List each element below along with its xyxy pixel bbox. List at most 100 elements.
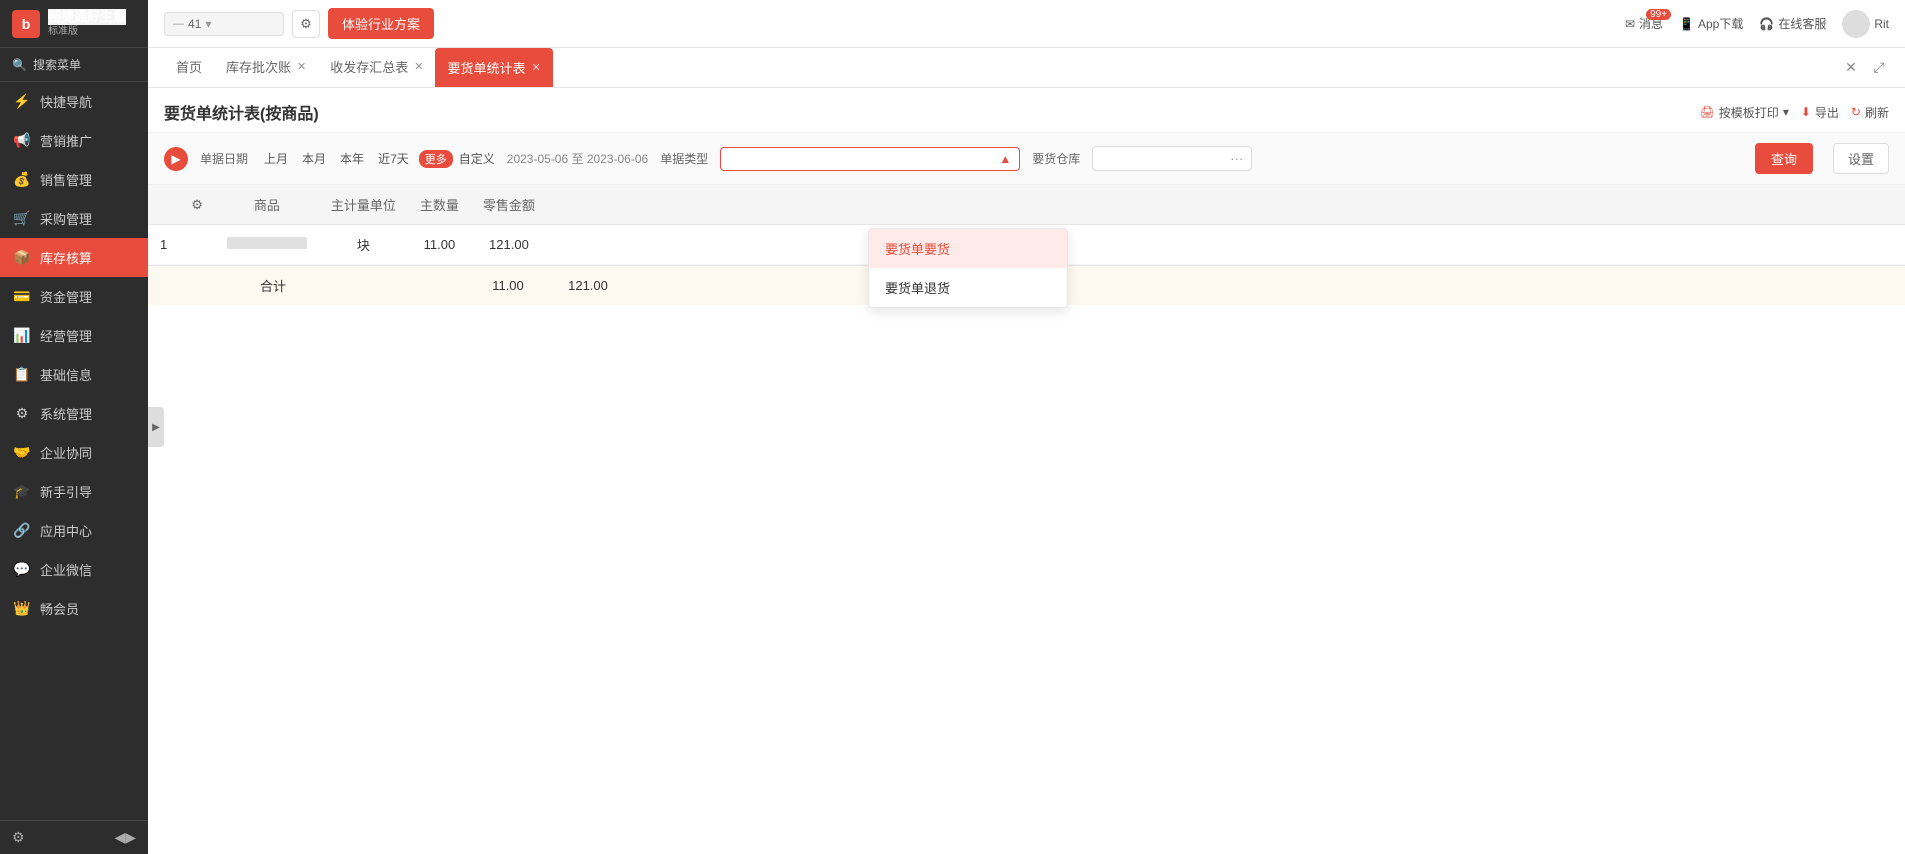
sidebar-item-appstore[interactable]: 🔗 应用中心 (0, 511, 148, 550)
sidebar-search[interactable]: 🔍 搜索菜单 (0, 48, 148, 82)
wechat-icon: 💬 (12, 561, 32, 578)
sidebar-item-enterprise[interactable]: 🤝 企业协同 (0, 433, 148, 472)
cell-amount: 121.00 (471, 225, 547, 265)
tab-label-order-stats: 要货单统计表 (447, 58, 525, 77)
date-cur-button[interactable]: 本月 (298, 148, 330, 169)
tab-home[interactable]: 首页 (164, 48, 214, 87)
type-input[interactable] (729, 152, 999, 166)
online-service-item[interactable]: 🎧 在线客服 (1759, 15, 1826, 32)
product-placeholder (227, 237, 307, 249)
purchase-label: 采购管理 (40, 209, 92, 228)
app-download-item[interactable]: 📱 App下载 (1679, 15, 1743, 32)
dropdown-item-order-return[interactable]: 要货单退货 (869, 268, 1067, 307)
topbar-right: ✉ 消息 99+ 📱 App下载 🎧 在线客服 Rit (1625, 10, 1889, 38)
sidebar-item-finance[interactable]: 💳 资金管理 (0, 277, 148, 316)
sidebar-item-basic[interactable]: 📋 基础信息 (0, 355, 148, 394)
message-item[interactable]: ✉ 消息 99+ (1625, 15, 1663, 32)
date-custom-button[interactable]: 自定义 (459, 150, 495, 167)
operation-label: 经营管理 (40, 326, 92, 345)
refresh-label: 刷新 (1865, 104, 1889, 121)
inventory-icon: 📦 (12, 249, 32, 266)
sidebar-item-sales[interactable]: 💰 销售管理 (0, 160, 148, 199)
cell-extra (547, 225, 1905, 265)
cell-settings (179, 225, 215, 265)
date-recent-button[interactable]: 近7天 (374, 148, 413, 169)
settings-button[interactable]: 设置 (1833, 143, 1889, 174)
sidebar-logo: b 畅捷通好生意 标准版 (0, 0, 148, 48)
tab-maximize-button[interactable]: ⤢ (1869, 58, 1889, 78)
type-chevron-icon[interactable]: ▲ (999, 152, 1011, 166)
marketing-icon: 📢 (12, 132, 32, 149)
table-header-row: ⚙ 商品 主计量单位 主数量 零售金额 (148, 185, 1905, 225)
user-avatar-item[interactable]: Rit (1842, 10, 1889, 38)
sales-icon: 💰 (12, 171, 32, 188)
date-year-button[interactable]: 本年 (336, 148, 368, 169)
cell-unit: 块 (319, 225, 408, 265)
tab-label-shipment-summary: 收发存汇总表 (330, 57, 408, 76)
date-prev-button[interactable]: 上月 (260, 148, 292, 169)
system-label: 系统管理 (40, 404, 92, 423)
tab-close-inventory-batch[interactable]: ✕ (297, 60, 306, 73)
settings-footer-icon[interactable]: ⚙ (12, 829, 25, 846)
print-template-button[interactable]: 🖨 按模板打印 ▾ (1700, 104, 1789, 121)
type-input-container[interactable]: ▲ (720, 147, 1020, 171)
col-unit: 主计量单位 (319, 185, 408, 225)
filter-expand-button[interactable]: ▶ (164, 147, 188, 171)
tab-label-home: 首页 (176, 57, 202, 76)
trial-button[interactable]: 体验行业方案 (328, 8, 434, 39)
print-chevron-icon: ▾ (1783, 105, 1789, 119)
logo-icon: b (12, 10, 40, 38)
sidebar-item-inventory[interactable]: 📦 库存核算 (0, 238, 148, 277)
purchase-icon: 🛒 (12, 210, 32, 227)
sidebar-item-wechat[interactable]: 💬 企业微信 (0, 550, 148, 589)
query-button[interactable]: 查询 (1755, 143, 1813, 174)
tab-shipment-summary[interactable]: 收发存汇总表 ✕ (318, 48, 435, 87)
sidebar-item-purchase[interactable]: 🛒 采购管理 (0, 199, 148, 238)
warehouse-input[interactable]: ··· (1092, 146, 1252, 171)
type-label: 单据类型 (660, 150, 708, 167)
user-name: Rit (1874, 17, 1889, 31)
finance-label: 资金管理 (40, 287, 92, 306)
tab-inventory-batch[interactable]: 库存批次账✕ (214, 48, 318, 87)
date-range-display: 2023-05-06 至 2023-06-06 (507, 150, 648, 167)
inventory-label: 库存核算 (40, 248, 92, 267)
cell-quantity: 11.00 (408, 225, 471, 265)
tab-close-order-stats[interactable]: ✕ (532, 61, 541, 74)
sidebar-collapse-button[interactable]: ▶ (148, 407, 164, 447)
online-service-label: 在线客服 (1778, 15, 1826, 32)
sidebar: b 畅捷通好生意 标准版 🔍 搜索菜单 ⚡ 快捷导航 📢 营销推广 💰 销售管理… (0, 0, 148, 854)
date-more-button[interactable]: 更多 (419, 150, 453, 168)
sidebar-item-marketing[interactable]: 📢 营销推广 (0, 121, 148, 160)
guide-icon: 🎓 (12, 483, 32, 500)
quick-nav-label: 快捷导航 (40, 92, 92, 111)
sidebar-item-operation[interactable]: 📊 经营管理 (0, 316, 148, 355)
sidebar-item-member[interactable]: 👑 畅会员 (0, 589, 148, 628)
col-settings-icon[interactable]: ⚙ (179, 185, 215, 225)
refresh-icon: ↻ (1851, 105, 1861, 119)
tab-close-shipment-summary[interactable]: ✕ (414, 60, 423, 73)
finance-icon: 💳 (12, 288, 32, 305)
col-quantity: 主数量 (408, 185, 471, 225)
sidebar-item-system[interactable]: ⚙ 系统管理 (0, 394, 148, 433)
tab-close-button[interactable]: ✕ (1841, 58, 1861, 78)
page-title: 要货单统计表(按商品) (164, 100, 319, 124)
message-icon: ✉ (1625, 17, 1635, 31)
store-selector[interactable]: — 41 ▾ (164, 12, 284, 36)
topbar-gear-button[interactable]: ⚙ (292, 10, 320, 38)
print-template-label: 按模板打印 (1719, 104, 1779, 121)
sidebar-nav: ⚡ 快捷导航 📢 营销推广 💰 销售管理 🛒 采购管理 📦 库存核算 💳 资金管… (0, 82, 148, 820)
col-amount: 零售金额 (471, 185, 547, 225)
cell-product (215, 225, 319, 265)
tab-order-stats[interactable]: 要货单统计表 ✕ (435, 48, 552, 87)
collapse-footer-icon[interactable]: ◀▶ (114, 829, 136, 846)
dropdown-item-order-goods[interactable]: 要货单要货 (869, 229, 1067, 268)
member-icon: 👑 (12, 600, 32, 617)
refresh-button[interactable]: ↻ 刷新 (1851, 104, 1889, 121)
sidebar-item-guide[interactable]: 🎓 新手引导 (0, 472, 148, 511)
sidebar-item-quick-nav[interactable]: ⚡ 快捷导航 (0, 82, 148, 121)
col-seq (148, 185, 179, 225)
export-button[interactable]: ⬇ 导出 (1801, 104, 1839, 121)
store-selector-chevron: ▾ (205, 17, 211, 31)
footer-amount: 121.00 (548, 278, 628, 293)
export-label: 导出 (1815, 104, 1839, 121)
